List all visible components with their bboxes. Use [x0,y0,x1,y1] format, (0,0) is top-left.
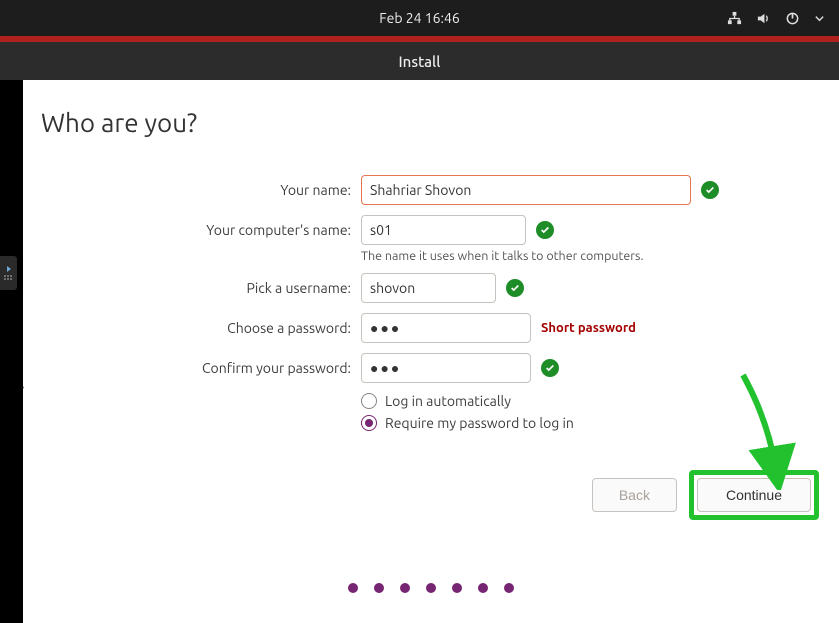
your-name-input[interactable] [361,175,691,205]
progress-dot [426,583,436,593]
progress-dot [400,583,410,593]
radio-icon [361,393,377,409]
check-icon [536,221,554,239]
label-your-name: Your name: [41,182,361,198]
progress-dot [478,583,488,593]
radio-require-password[interactable]: Require my password to log in [361,415,811,431]
progress-dot [452,583,462,593]
radio-icon [361,415,377,431]
annotation-highlight: Continue [689,470,819,520]
confirm-password-input[interactable] [361,353,531,383]
progress-dots [23,583,839,593]
continue-button[interactable]: Continue [697,478,811,512]
system-top-bar: Feb 24 16:46 [0,0,839,36]
row-computer-name: Your computer's name: [41,215,811,245]
row-password: Choose a password: Short password [41,313,811,343]
progress-dot [374,583,384,593]
password-input[interactable] [361,313,531,343]
progress-dot [504,583,514,593]
volume-icon[interactable] [756,11,771,26]
username-input[interactable] [361,273,496,303]
check-icon [541,359,559,377]
window-title: Install [399,53,441,70]
check-icon [506,279,524,297]
clock: Feb 24 16:46 [379,10,460,26]
installer-page: Who are you? Your name: Your computer's … [23,80,839,623]
progress-dot [348,583,358,593]
dock-expand-icon [7,266,11,272]
radio-auto-login[interactable]: Log in automatically [361,393,811,409]
row-your-name: Your name: [41,175,811,205]
password-strength-text: Short password [541,321,636,335]
window-title-bar: Install [0,42,839,80]
radio-label: Log in automatically [385,393,511,409]
network-icon[interactable] [727,11,742,26]
label-confirm-password: Confirm your password: [41,360,361,376]
back-button[interactable]: Back [592,478,677,512]
computer-name-hint: The name it uses when it talks to other … [361,249,811,263]
radio-label: Require my password to log in [385,415,574,431]
dock-stub[interactable] [0,256,17,290]
login-options: Log in automatically Require my password… [361,393,811,431]
label-password: Choose a password: [41,320,361,336]
chevron-down-icon[interactable] [814,13,825,24]
power-icon[interactable] [785,11,800,26]
navigation-buttons: Back Continue [592,470,819,520]
label-computer-name: Your computer's name: [41,222,361,238]
label-username: Pick a username: [41,280,361,296]
status-tray[interactable] [727,0,825,36]
page-title: Who are you? [41,108,811,137]
dock-grip-icon [4,275,14,280]
check-icon [701,181,719,199]
row-confirm-password: Confirm your password: [41,353,811,383]
row-username: Pick a username: [41,273,811,303]
computer-name-input[interactable] [361,215,526,245]
